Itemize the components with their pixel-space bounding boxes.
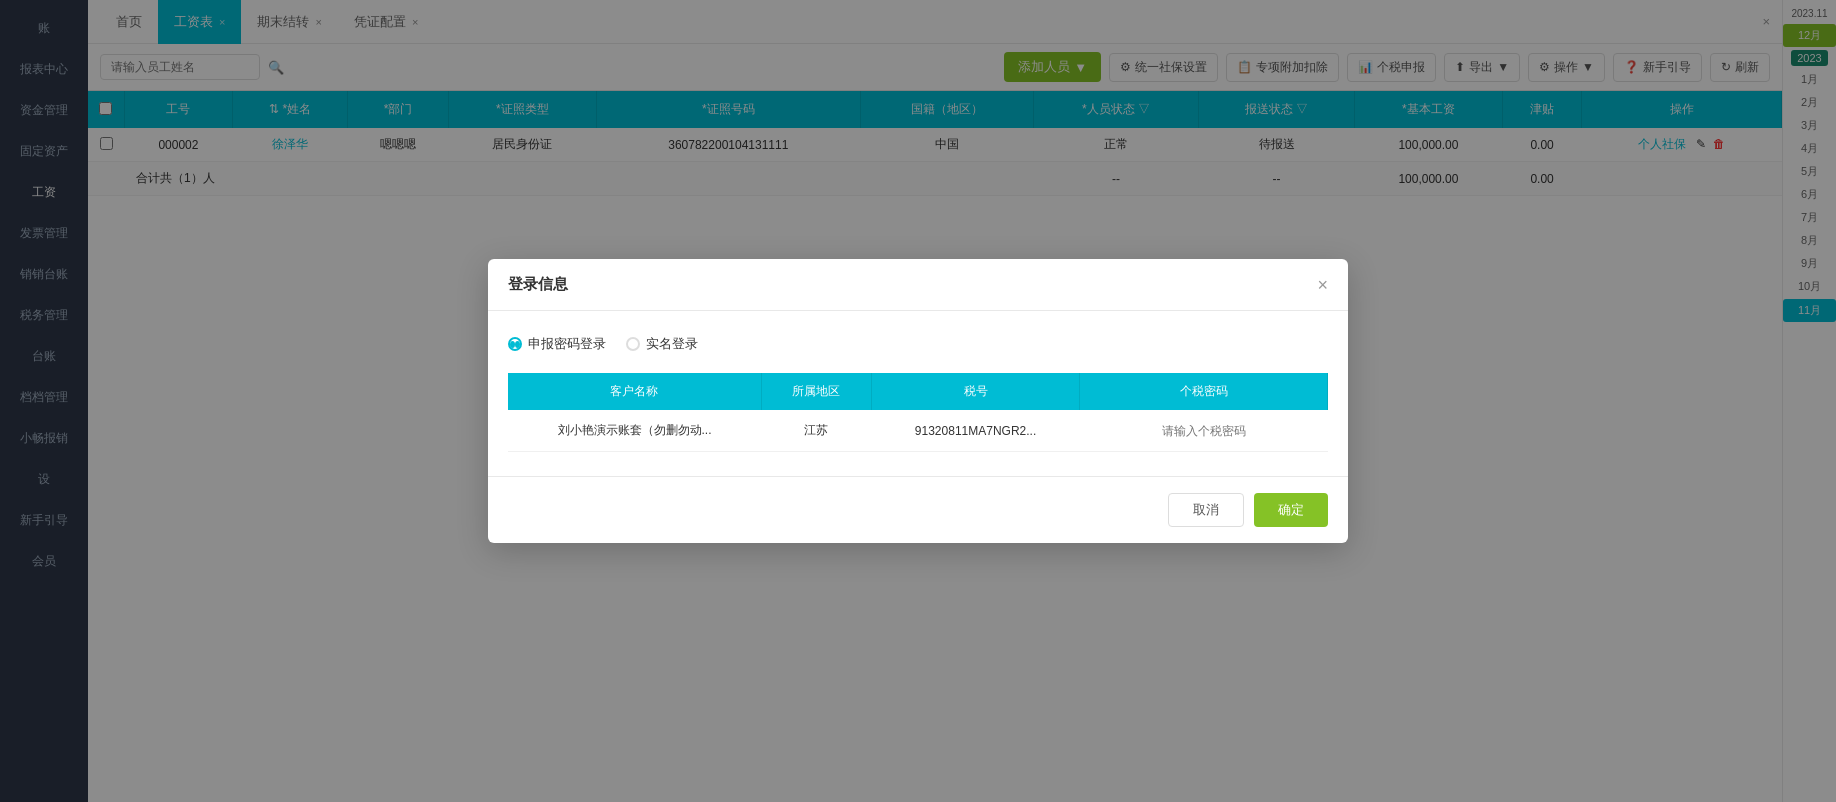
radio-label-实名登录: 实名登录	[646, 335, 698, 353]
login-modal: 登录信息 × 申报密码登录 实名登录	[488, 259, 1348, 543]
radio-option-实名登录[interactable]: 实名登录	[626, 335, 698, 353]
modal-body: 申报密码登录 实名登录 客户名称 所属地区 税号 个税密码	[488, 311, 1348, 476]
modal-password-cell[interactable]	[1080, 410, 1328, 452]
modal-client-name: 刘小艳演示账套（勿删勿动...	[508, 410, 761, 452]
radio-label-申报密码登录: 申报密码登录	[528, 335, 606, 353]
modal-table-row: 刘小艳演示账套（勿删勿动... 江苏 91320811MA7NGR2...	[508, 410, 1328, 452]
modal-region: 江苏	[761, 410, 871, 452]
modal-header: 登录信息 ×	[488, 259, 1348, 311]
radio-circle-实名	[626, 337, 640, 351]
modal-overlay: 登录信息 × 申报密码登录 实名登录	[0, 0, 1836, 802]
tax-password-input[interactable]	[1096, 424, 1312, 438]
app-container: 账 报表中心 资金管理 固定资产 工资 发票管理 销销台账 税务管理 台账 档档…	[0, 0, 1836, 802]
modal-title: 登录信息	[508, 275, 568, 294]
confirm-button[interactable]: 确定	[1254, 493, 1328, 527]
cancel-button[interactable]: 取消	[1168, 493, 1244, 527]
radio-group: 申报密码登录 实名登录	[508, 335, 1328, 353]
modal-tax-no: 91320811MA7NGR2...	[871, 410, 1080, 452]
radio-circle-申报密码	[508, 337, 522, 351]
radio-option-申报密码登录[interactable]: 申报密码登录	[508, 335, 606, 353]
modal-col-个税密码: 个税密码	[1080, 373, 1328, 410]
modal-footer: 取消 确定	[488, 476, 1348, 543]
modal-close-button[interactable]: ×	[1317, 276, 1328, 294]
modal-table: 客户名称 所属地区 税号 个税密码 刘小艳演示账套（勿删勿动... 江苏 913…	[508, 373, 1328, 452]
modal-col-客户名称: 客户名称	[508, 373, 761, 410]
modal-col-所属地区: 所属地区	[761, 373, 871, 410]
modal-col-税号: 税号	[871, 373, 1080, 410]
